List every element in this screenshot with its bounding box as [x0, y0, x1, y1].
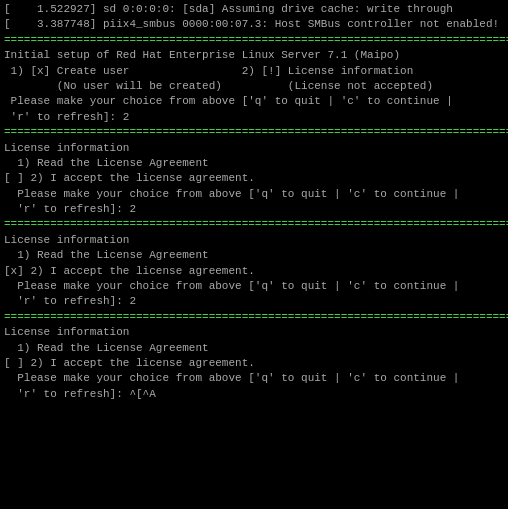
terminal-window[interactable]: [ 1.522927] sd 0:0:0:0: [sda] Assuming d… [0, 0, 508, 509]
terminal-line-32: License information [4, 325, 504, 340]
terminal-line-7: (No user will be created) (License not a… [4, 79, 504, 94]
terminal-line-8: Please make your choice from above ['q' … [4, 94, 504, 109]
terminal-output: [ 1.522927] sd 0:0:0:0: [sda] Assuming d… [4, 2, 504, 402]
terminal-line-16: [ ] 2) I accept the license agreement. [4, 171, 504, 186]
terminal-line-38: Please make your choice from above ['q' … [4, 371, 504, 386]
terminal-line-18: Please make your choice from above ['q' … [4, 187, 504, 202]
terminal-line-39: 'r' to refresh]: ^[^A [4, 387, 504, 402]
terminal-line-34: 1) Read the License Agreement [4, 341, 504, 356]
terminal-line-22: License information [4, 233, 504, 248]
terminal-line-24: 1) Read the License Agreement [4, 248, 504, 263]
terminal-line-19: 'r' to refresh]: 2 [4, 202, 504, 217]
terminal-line-36: [ ] 2) I accept the license agreement. [4, 356, 504, 371]
terminal-line-4: Initial setup of Red Hat Enterprise Linu… [4, 48, 504, 63]
terminal-line-30: ========================================… [4, 310, 504, 325]
terminal-line-9: 'r' to refresh]: 2 [4, 110, 504, 125]
terminal-line-6: 1) [x] Create user 2) [!] License inform… [4, 64, 504, 79]
terminal-line-12: License information [4, 141, 504, 156]
terminal-line-20: ========================================… [4, 217, 504, 232]
terminal-line-26: [x] 2) I accept the license agreement. [4, 264, 504, 279]
terminal-line-0: [ 1.522927] sd 0:0:0:0: [sda] Assuming d… [4, 2, 504, 17]
terminal-line-2: ========================================… [4, 33, 504, 48]
terminal-line-29: 'r' to refresh]: 2 [4, 294, 504, 309]
terminal-line-1: [ 3.387748] piix4_smbus 0000:00:07.3: Ho… [4, 17, 504, 32]
terminal-line-28: Please make your choice from above ['q' … [4, 279, 504, 294]
terminal-line-10: ========================================… [4, 125, 504, 140]
terminal-line-14: 1) Read the License Agreement [4, 156, 504, 171]
